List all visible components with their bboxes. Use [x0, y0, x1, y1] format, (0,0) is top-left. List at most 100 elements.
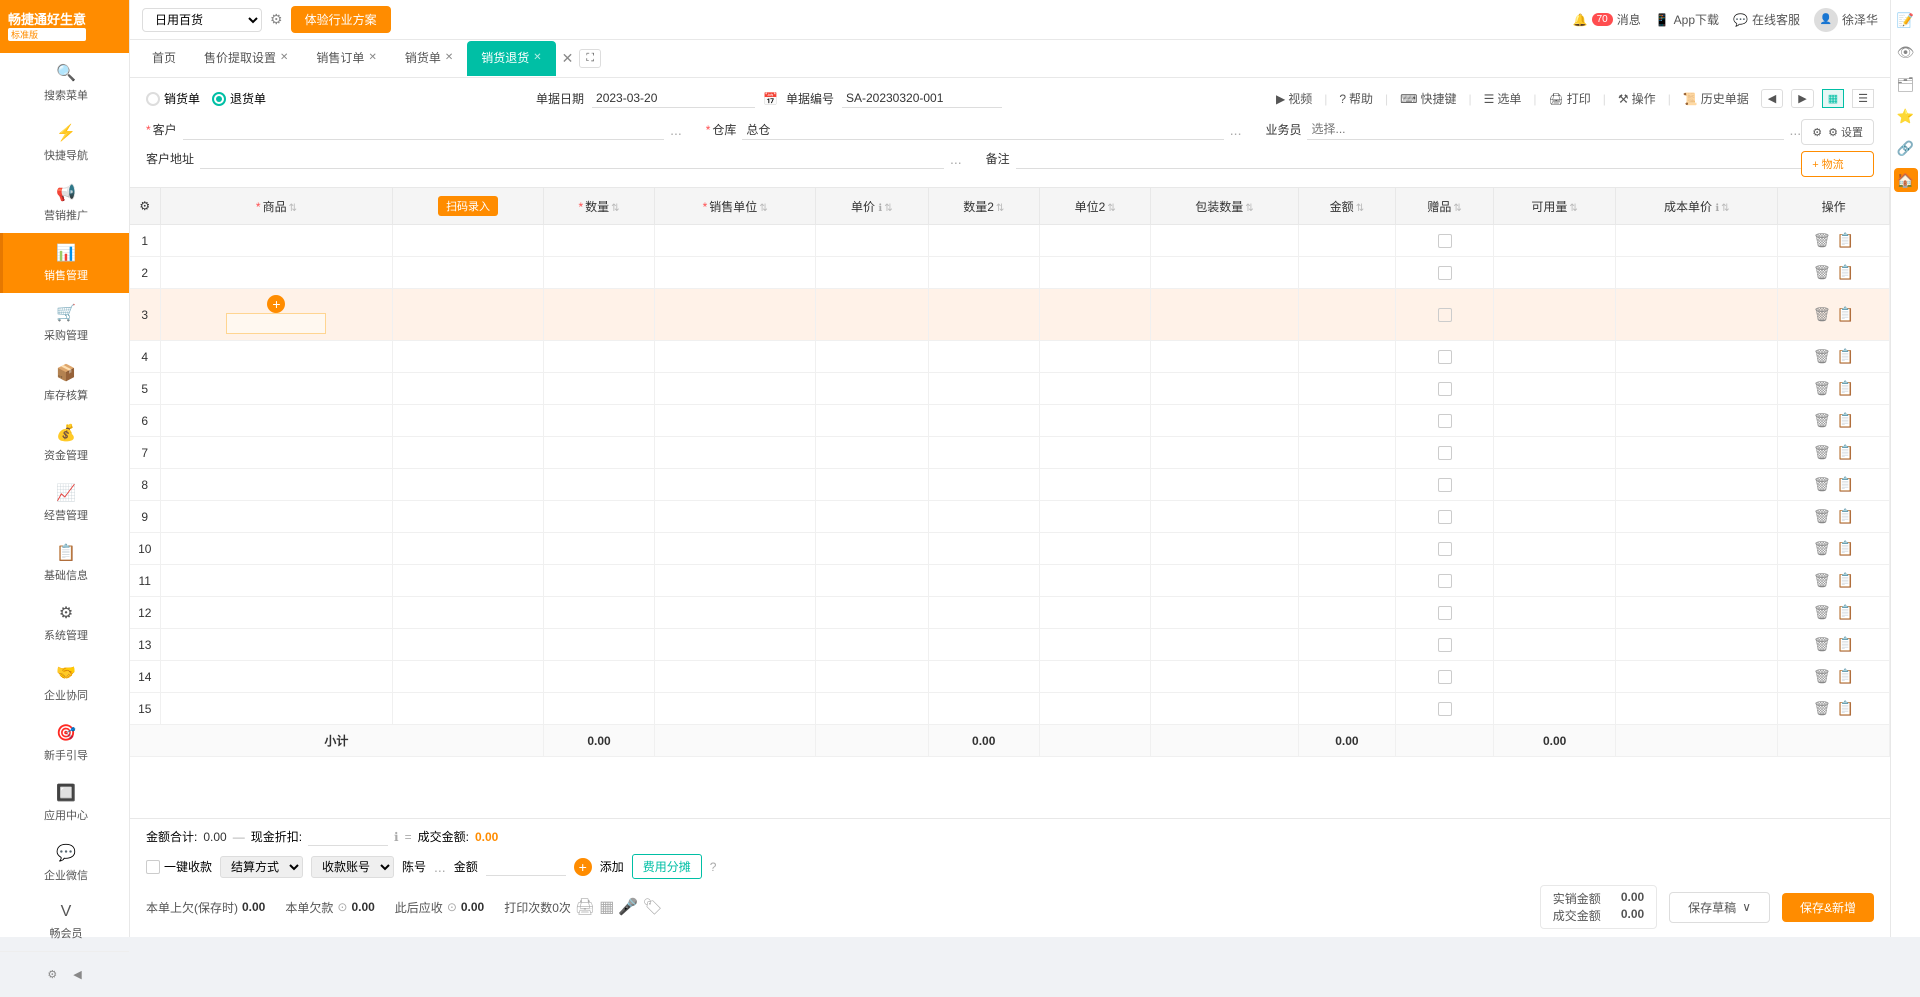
video-btn[interactable]: ▶ 视频 — [1272, 88, 1316, 109]
th-gear[interactable]: ⚙ — [130, 188, 160, 225]
qty2-cell[interactable] — [928, 565, 1039, 597]
online-service-btn[interactable]: 💬 在线客服 — [1733, 11, 1800, 28]
goods-cell[interactable] — [160, 405, 393, 437]
sidebar-item-newbie[interactable]: 🎯 新手引导 — [0, 713, 129, 773]
copy-icon[interactable]: 📋 — [1837, 668, 1854, 685]
history-btn[interactable]: 📜 历史单据 — [1679, 88, 1753, 109]
qty-cell[interactable] — [543, 661, 654, 693]
copy-icon[interactable]: 📋 — [1837, 306, 1854, 323]
price-cell[interactable] — [816, 565, 928, 597]
gift-checkbox[interactable] — [1402, 510, 1487, 524]
qty-cell[interactable] — [543, 597, 654, 629]
qty2-cell[interactable] — [928, 629, 1039, 661]
max-btn[interactable]: ⛶ — [579, 49, 601, 68]
unit-cell[interactable] — [655, 533, 816, 565]
delete-icon[interactable]: 🗑 — [1813, 668, 1831, 685]
calendar-icon[interactable]: 📅 — [763, 92, 778, 106]
customer-select-btn[interactable]: ... — [670, 122, 682, 138]
goods-cell[interactable] — [160, 629, 393, 661]
order-number-input[interactable] — [842, 89, 1002, 108]
goods-cell[interactable] — [160, 257, 393, 289]
unit-cell[interactable] — [655, 257, 816, 289]
sidebar-item-sales[interactable]: 📊 销售管理 — [0, 233, 129, 293]
price-cell[interactable] — [816, 597, 928, 629]
unit-cell[interactable] — [655, 501, 816, 533]
delete-icon[interactable]: 🗑 — [1813, 306, 1831, 323]
sidebar-item-inventory[interactable]: 📦 库存核算 — [0, 353, 129, 413]
qty-cell[interactable] — [543, 405, 654, 437]
sort-icon[interactable]: ⇅ — [1356, 203, 1364, 214]
fee-split-btn[interactable]: 费用分摊 — [632, 854, 702, 879]
copy-icon[interactable]: 📋 — [1837, 572, 1854, 589]
qty2-cell[interactable] — [928, 597, 1039, 629]
address-input[interactable] — [200, 148, 944, 169]
copy-icon[interactable]: 📋 — [1837, 508, 1854, 525]
price-cell[interactable] — [816, 629, 928, 661]
app-download-btn[interactable]: 📱 App下载 — [1655, 11, 1719, 28]
sort-icon[interactable]: ⇅ — [1107, 203, 1115, 214]
unit-cell[interactable] — [655, 597, 816, 629]
price-cell[interactable] — [816, 501, 928, 533]
qty2-cell[interactable] — [928, 469, 1039, 501]
save-new-btn[interactable]: 保存&新增 — [1782, 893, 1874, 922]
sidebar-item-basic[interactable]: 📋 基础信息 — [0, 533, 129, 593]
discount-input[interactable] — [308, 827, 388, 846]
price-cell[interactable] — [816, 341, 928, 373]
qty2-cell[interactable] — [928, 373, 1039, 405]
unit-cell[interactable] — [655, 661, 816, 693]
qty2-cell[interactable] — [928, 225, 1039, 257]
qty-cell[interactable] — [543, 629, 654, 661]
close-tab-btn[interactable]: ✕ — [556, 48, 580, 69]
help-btn[interactable]: ? 帮助 — [1335, 88, 1377, 109]
gift-checkbox[interactable] — [1402, 414, 1487, 428]
delete-icon[interactable]: 🗑 — [1813, 604, 1831, 621]
price-cell[interactable] — [816, 661, 928, 693]
tab-close-icon[interactable]: ✕ — [368, 52, 376, 63]
goods-input[interactable] — [226, 313, 326, 334]
sidebar-item-purchase[interactable]: 🛒 采购管理 — [0, 293, 129, 353]
logistics-btn[interactable]: + 物流 — [1801, 151, 1874, 177]
tab-close-icon[interactable]: ✕ — [445, 52, 453, 63]
add-row-icon[interactable]: + — [267, 295, 285, 313]
copy-icon[interactable]: 📋 — [1837, 412, 1854, 429]
qty2-cell[interactable] — [928, 501, 1039, 533]
qty-cell[interactable] — [543, 257, 654, 289]
delete-icon[interactable]: 🗑 — [1813, 232, 1831, 249]
settings-btn[interactable]: ⚙ ⚙ 设置 — [1801, 119, 1874, 145]
qty2-cell[interactable] — [928, 289, 1039, 341]
sort-icon[interactable]: ⇅ — [1453, 203, 1461, 214]
price-cell[interactable] — [816, 533, 928, 565]
one-key-pay-checkbox[interactable]: 一键收款 — [146, 858, 212, 875]
goods-cell[interactable] — [160, 693, 393, 725]
fee-help-icon[interactable]: ? — [710, 860, 717, 874]
mini-view-icon[interactable]: 👁 — [1894, 40, 1918, 64]
delete-icon[interactable]: 🗑 — [1813, 476, 1831, 493]
goods-cell[interactable] — [160, 225, 393, 257]
experience-btn[interactable]: 体验行业方案 — [291, 6, 391, 33]
goods-cell[interactable] — [160, 341, 393, 373]
tab-close-icon[interactable]: ✕ — [280, 52, 288, 63]
delete-icon[interactable]: 🗑 — [1813, 700, 1831, 717]
delete-icon[interactable]: 🗑 — [1813, 572, 1831, 589]
goods-cell[interactable] — [160, 469, 393, 501]
account-dots-btn[interactable]: ... — [434, 859, 446, 875]
price-cell[interactable] — [816, 289, 928, 341]
notification-btn[interactable]: 🔔 70 消息 — [1573, 11, 1641, 28]
delete-icon[interactable]: 🗑 — [1813, 636, 1831, 653]
goods-cell[interactable] — [160, 565, 393, 597]
qty2-cell[interactable] — [928, 693, 1039, 725]
copy-icon[interactable]: 📋 — [1837, 636, 1854, 653]
account-select[interactable]: 收款账号 — [311, 856, 394, 878]
qty-cell[interactable] — [543, 533, 654, 565]
sidebar-item-search[interactable]: 🔍 搜索菜单 — [0, 53, 129, 113]
qty2-cell[interactable] — [928, 257, 1039, 289]
qty-cell[interactable] — [543, 565, 654, 597]
sidebar-item-wechat[interactable]: 💬 企业微信 — [0, 833, 129, 893]
radio-delivery[interactable]: 销货单 — [146, 90, 200, 107]
qty2-cell[interactable] — [928, 341, 1039, 373]
gift-checkbox[interactable] — [1402, 382, 1487, 396]
price-cell[interactable] — [816, 373, 928, 405]
tab-home[interactable]: 首页 — [138, 41, 190, 76]
goods-cell[interactable] — [160, 533, 393, 565]
unit-cell[interactable] — [655, 693, 816, 725]
